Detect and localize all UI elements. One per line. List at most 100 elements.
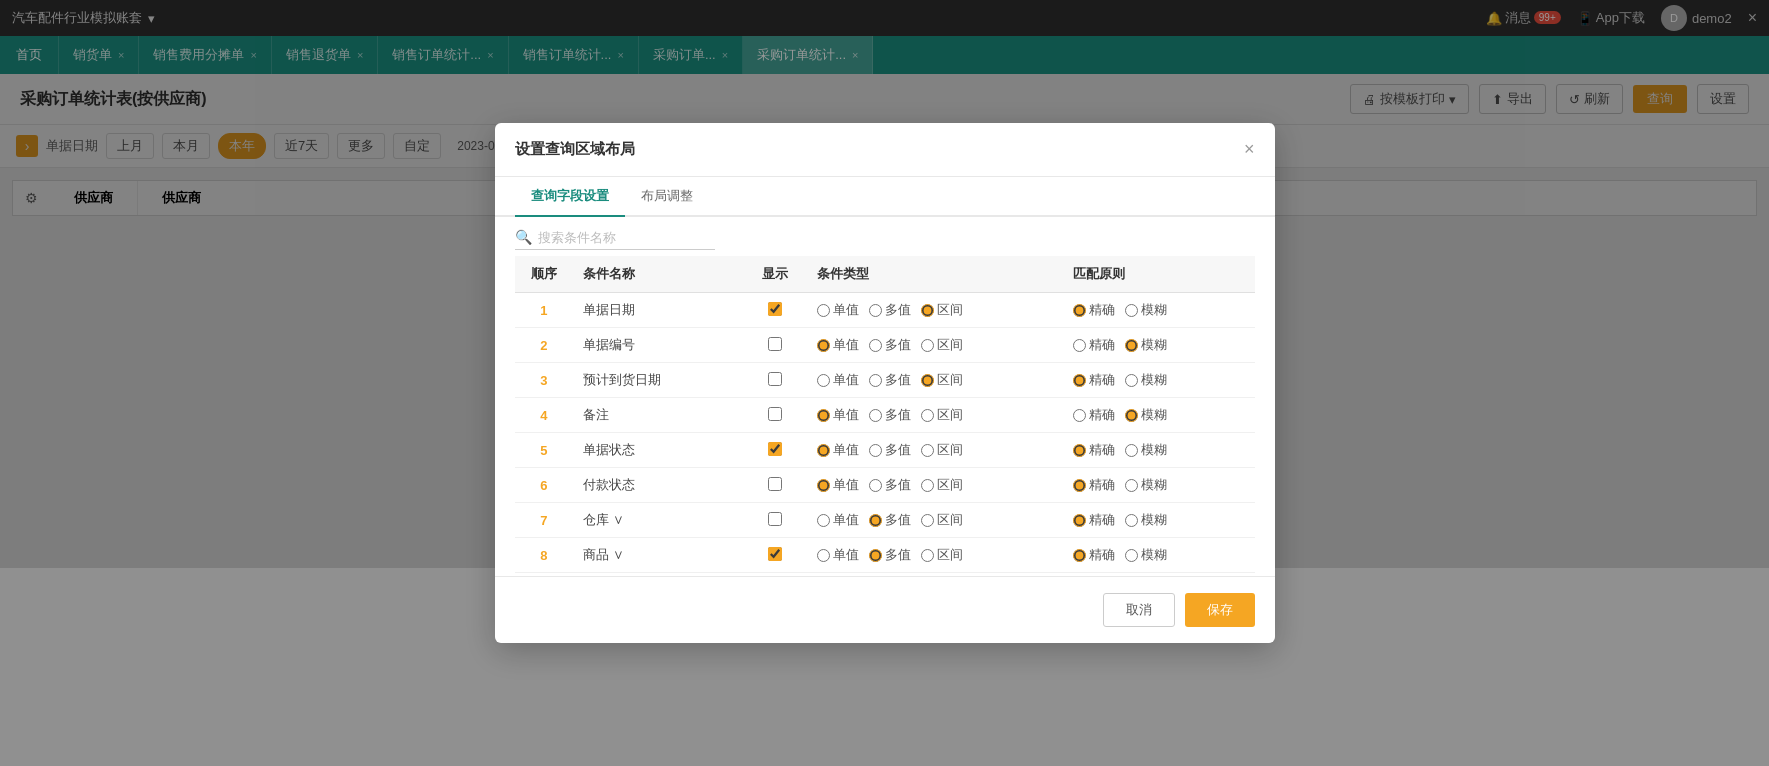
row-display-5[interactable] <box>743 433 807 468</box>
type-radio-单值-7[interactable] <box>817 514 830 527</box>
type-radio-区间-5[interactable] <box>921 444 934 457</box>
type-radio-区间-6[interactable] <box>921 479 934 492</box>
row-display-8[interactable] <box>743 538 807 569</box>
match-radio-精确-6[interactable] <box>1073 479 1086 492</box>
type-radio-多值-1[interactable] <box>869 304 882 317</box>
dialog-tab-layout-adjust[interactable]: 布局调整 <box>625 177 709 217</box>
type-radio-label-区间-8[interactable]: 区间 <box>921 546 963 564</box>
type-radio-单值-4[interactable] <box>817 409 830 422</box>
type-radio-label-单值-4[interactable]: 单值 <box>817 406 859 424</box>
match-radio-label-模糊-7[interactable]: 模糊 <box>1125 511 1167 529</box>
dialog-close-button[interactable]: × <box>1244 139 1255 160</box>
type-radio-多值-8[interactable] <box>869 549 882 562</box>
row-display-2[interactable] <box>743 328 807 363</box>
type-radio-区间-7[interactable] <box>921 514 934 527</box>
match-radio-模糊-3[interactable] <box>1125 374 1138 387</box>
dialog-tab-field-settings[interactable]: 查询字段设置 <box>515 177 625 217</box>
row-display-3[interactable] <box>743 363 807 398</box>
match-radio-精确-1[interactable] <box>1073 304 1086 317</box>
match-radio-模糊-4[interactable] <box>1125 409 1138 422</box>
row-display-6[interactable] <box>743 468 807 503</box>
type-radio-区间-2[interactable] <box>921 339 934 352</box>
type-radio-单值-1[interactable] <box>817 304 830 317</box>
type-radio-单值-6[interactable] <box>817 479 830 492</box>
type-radio-label-多值-8[interactable]: 多值 <box>869 546 911 564</box>
match-radio-label-模糊-8[interactable]: 模糊 <box>1125 546 1167 564</box>
match-radio-label-模糊-2[interactable]: 模糊 <box>1125 336 1167 354</box>
type-radio-多值-4[interactable] <box>869 409 882 422</box>
type-radio-label-多值-4[interactable]: 多值 <box>869 406 911 424</box>
dialog-table-scroll[interactable]: 顺序 条件名称 显示 条件类型 匹配原则 1单据日期单值多值区间精确模糊2单据编… <box>515 256 1255 568</box>
type-radio-label-单值-5[interactable]: 单值 <box>817 441 859 459</box>
type-radio-单值-8[interactable] <box>817 549 830 562</box>
type-radio-label-单值-3[interactable]: 单值 <box>817 371 859 389</box>
match-radio-label-精确-4[interactable]: 精确 <box>1073 406 1115 424</box>
type-radio-单值-2[interactable] <box>817 339 830 352</box>
match-radio-模糊-6[interactable] <box>1125 479 1138 492</box>
match-radio-label-精确-7[interactable]: 精确 <box>1073 511 1115 529</box>
display-checkbox-6[interactable] <box>768 477 782 491</box>
type-radio-label-单值-1[interactable]: 单值 <box>817 301 859 319</box>
type-radio-区间-8[interactable] <box>921 549 934 562</box>
match-radio-精确-2[interactable] <box>1073 339 1086 352</box>
match-radio-label-模糊-6[interactable]: 模糊 <box>1125 476 1167 494</box>
type-radio-label-区间-6[interactable]: 区间 <box>921 476 963 494</box>
type-radio-区间-4[interactable] <box>921 409 934 422</box>
match-radio-模糊-7[interactable] <box>1125 514 1138 527</box>
type-radio-多值-7[interactable] <box>869 514 882 527</box>
match-radio-label-精确-5[interactable]: 精确 <box>1073 441 1115 459</box>
match-radio-label-模糊-4[interactable]: 模糊 <box>1125 406 1167 424</box>
match-radio-模糊-5[interactable] <box>1125 444 1138 457</box>
type-radio-区间-3[interactable] <box>921 374 934 387</box>
match-radio-label-模糊-5[interactable]: 模糊 <box>1125 441 1167 459</box>
match-radio-模糊-1[interactable] <box>1125 304 1138 317</box>
type-radio-label-区间-7[interactable]: 区间 <box>921 511 963 529</box>
match-radio-label-精确-3[interactable]: 精确 <box>1073 371 1115 389</box>
type-radio-label-单值-7[interactable]: 单值 <box>817 511 859 529</box>
type-radio-单值-3[interactable] <box>817 374 830 387</box>
type-radio-label-单值-8[interactable]: 单值 <box>817 546 859 564</box>
type-radio-label-区间-1[interactable]: 区间 <box>921 301 963 319</box>
type-radio-label-多值-1[interactable]: 多值 <box>869 301 911 319</box>
match-radio-label-模糊-3[interactable]: 模糊 <box>1125 371 1167 389</box>
type-radio-label-区间-5[interactable]: 区间 <box>921 441 963 459</box>
type-radio-label-区间-4[interactable]: 区间 <box>921 406 963 424</box>
type-radio-label-多值-7[interactable]: 多值 <box>869 511 911 529</box>
match-radio-label-模糊-1[interactable]: 模糊 <box>1125 301 1167 319</box>
display-checkbox-7[interactable] <box>768 512 782 526</box>
match-radio-精确-4[interactable] <box>1073 409 1086 422</box>
match-radio-精确-5[interactable] <box>1073 444 1086 457</box>
display-checkbox-1[interactable] <box>768 302 782 316</box>
display-checkbox-4[interactable] <box>768 407 782 421</box>
type-radio-label-多值-5[interactable]: 多值 <box>869 441 911 459</box>
display-checkbox-2[interactable] <box>768 337 782 351</box>
display-checkbox-8[interactable] <box>768 547 782 561</box>
display-checkbox-3[interactable] <box>768 372 782 386</box>
type-radio-label-区间-2[interactable]: 区间 <box>921 336 963 354</box>
type-radio-多值-2[interactable] <box>869 339 882 352</box>
row-display-4[interactable] <box>743 398 807 433</box>
type-radio-单值-5[interactable] <box>817 444 830 457</box>
type-radio-label-单值-6[interactable]: 单值 <box>817 476 859 494</box>
type-radio-区间-1[interactable] <box>921 304 934 317</box>
row-display-1[interactable] <box>743 293 807 328</box>
type-radio-label-多值-3[interactable]: 多值 <box>869 371 911 389</box>
match-radio-label-精确-1[interactable]: 精确 <box>1073 301 1115 319</box>
match-radio-模糊-2[interactable] <box>1125 339 1138 352</box>
type-radio-多值-3[interactable] <box>869 374 882 387</box>
type-radio-多值-6[interactable] <box>869 479 882 492</box>
type-radio-label-多值-2[interactable]: 多值 <box>869 336 911 354</box>
match-radio-精确-3[interactable] <box>1073 374 1086 387</box>
type-radio-label-多值-6[interactable]: 多值 <box>869 476 911 494</box>
search-input[interactable] <box>538 230 698 245</box>
display-checkbox-5[interactable] <box>768 442 782 456</box>
match-radio-模糊-8[interactable] <box>1125 549 1138 562</box>
type-radio-label-区间-3[interactable]: 区间 <box>921 371 963 389</box>
match-radio-精确-7[interactable] <box>1073 514 1086 527</box>
match-radio-label-精确-2[interactable]: 精确 <box>1073 336 1115 354</box>
type-radio-多值-5[interactable] <box>869 444 882 457</box>
match-radio-label-精确-6[interactable]: 精确 <box>1073 476 1115 494</box>
match-radio-精确-8[interactable] <box>1073 549 1086 562</box>
row-display-7[interactable] <box>743 503 807 538</box>
type-radio-label-单值-2[interactable]: 单值 <box>817 336 859 354</box>
